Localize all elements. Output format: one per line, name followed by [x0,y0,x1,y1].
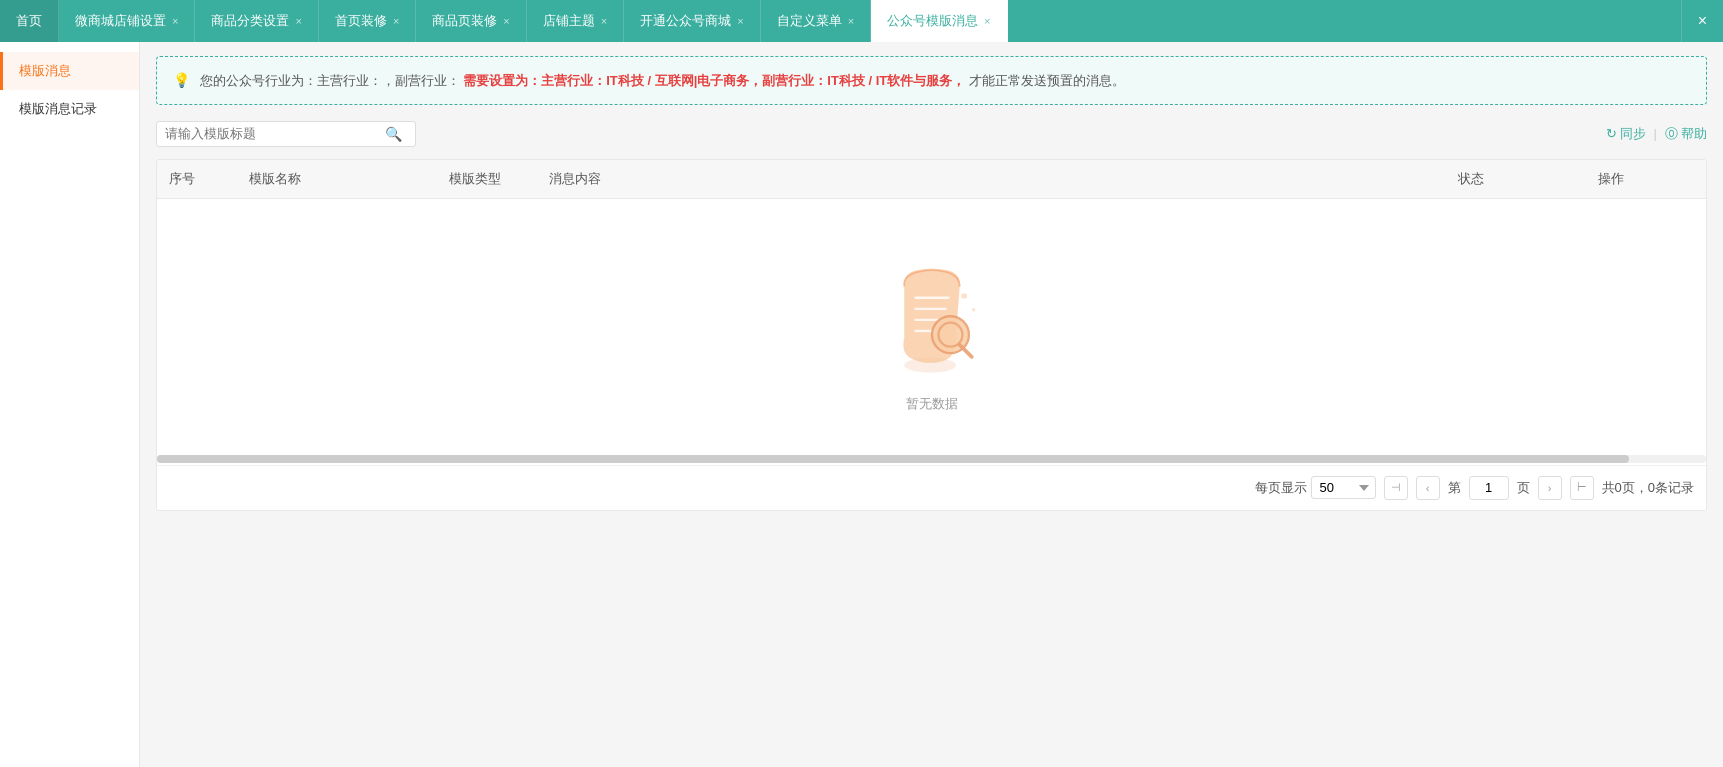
data-table: 序号 模版名称 模版类型 消息内容 状态 操作 [156,159,1707,511]
notice-prefix: 您的公众号行业为：主营行业：，副营行业： [200,73,460,88]
nav-item-custom-menu[interactable]: 自定义菜单× [761,0,871,42]
nav-close-product-decor[interactable]: × [503,15,509,27]
sync-icon: ↻ [1606,126,1617,141]
nav-item-template-msg[interactable]: 公众号模版消息× [871,0,1007,42]
nav-item-home[interactable]: 首页 [0,0,59,42]
nav-item-category-settings[interactable]: 商品分类设置× [195,0,318,42]
pagination: 每页显示 102050100 ⊣ ‹ 第 页 › ⊢ 共0页，0条记录 [157,465,1706,510]
nav-item-product-decor[interactable]: 商品页装修× [416,0,526,42]
nav-close-template-msg[interactable]: × [984,15,990,27]
main-layout: 模版消息模版消息记录 💡 您的公众号行业为：主营行业：，副营行业： 需要设置为：… [0,42,1723,767]
svg-point-8 [961,293,967,299]
empty-state: 暂无数据 [157,199,1706,453]
col-seq: 序号 [157,160,237,198]
per-page-selector: 每页显示 102050100 [1255,476,1376,499]
svg-point-9 [971,308,975,312]
nav-item-homepage-decor[interactable]: 首页装修× [319,0,416,42]
lightbulb-icon: 💡 [173,72,190,88]
first-page-button[interactable]: ⊣ [1384,476,1408,500]
search-input[interactable] [165,126,385,141]
last-page-button[interactable]: ⊢ [1570,476,1594,500]
help-label: 帮助 [1681,125,1707,143]
col-status: 状态 [1446,160,1586,198]
search-bar: 🔍 ↻ 同步 | ⓪ 帮助 [156,121,1707,147]
notice-highlight: 需要设置为：主营行业：IT科技 / 互联网|电子商务，副营行业：IT科技 / I… [463,73,965,88]
empty-illustration [872,259,992,379]
sidebar-item-template-message[interactable]: 模版消息 [0,52,139,90]
page-suffix: 页 [1517,479,1530,497]
action-divider: | [1654,126,1657,141]
notice-suffix: 才能正常发送预置的消息。 [969,73,1125,88]
col-type: 模版类型 [437,160,537,198]
scrollbar-thumb [157,455,1629,463]
notice-box: 💡 您的公众号行业为：主营行业：，副营行业： 需要设置为：主营行业：IT科技 /… [156,56,1707,105]
page-total: 共0页，0条记录 [1602,479,1694,497]
main-content: 💡 您的公众号行业为：主营行业：，副营行业： 需要设置为：主营行业：IT科技 /… [140,42,1723,767]
search-icon[interactable]: 🔍 [385,126,402,142]
empty-text: 暂无数据 [906,395,958,413]
col-content: 消息内容 [537,160,1446,198]
help-button[interactable]: ⓪ 帮助 [1665,125,1707,143]
sidebar: 模版消息模版消息记录 [0,42,140,767]
nav-close-shop-theme[interactable]: × [601,15,607,27]
prev-page-button[interactable]: ‹ [1416,476,1440,500]
close-all-button[interactable]: × [1681,0,1723,42]
horizontal-scrollbar[interactable] [157,455,1706,463]
nav-close-category-settings[interactable]: × [295,15,301,27]
help-icon: ⓪ [1665,125,1678,143]
nav-item-open-mall[interactable]: 开通公众号商城× [624,0,760,42]
nav-item-shop-settings[interactable]: 微商城店铺设置× [59,0,195,42]
nav-item-shop-theme[interactable]: 店铺主题× [527,0,624,42]
col-name: 模版名称 [237,160,437,198]
sync-button[interactable]: ↻ 同步 [1606,125,1646,143]
search-input-wrap[interactable]: 🔍 [156,121,416,147]
table-header: 序号 模版名称 模版类型 消息内容 状态 操作 [157,160,1706,199]
top-nav: 首页微商城店铺设置×商品分类设置×首页装修×商品页装修×店铺主题×开通公众号商城… [0,0,1723,42]
nav-close-shop-settings[interactable]: × [172,15,178,27]
per-page-label: 每页显示 [1255,479,1307,497]
nav-close-custom-menu[interactable]: × [848,15,854,27]
per-page-select[interactable]: 102050100 [1311,476,1376,499]
nav-close-homepage-decor[interactable]: × [393,15,399,27]
sync-label: 同步 [1620,125,1646,143]
next-page-button[interactable]: › [1538,476,1562,500]
page-prefix: 第 [1448,479,1461,497]
search-actions: ↻ 同步 | ⓪ 帮助 [1606,125,1707,143]
col-action: 操作 [1586,160,1706,198]
sidebar-item-template-message-log[interactable]: 模版消息记录 [0,90,139,128]
page-input[interactable] [1469,476,1509,500]
nav-close-open-mall[interactable]: × [737,15,743,27]
